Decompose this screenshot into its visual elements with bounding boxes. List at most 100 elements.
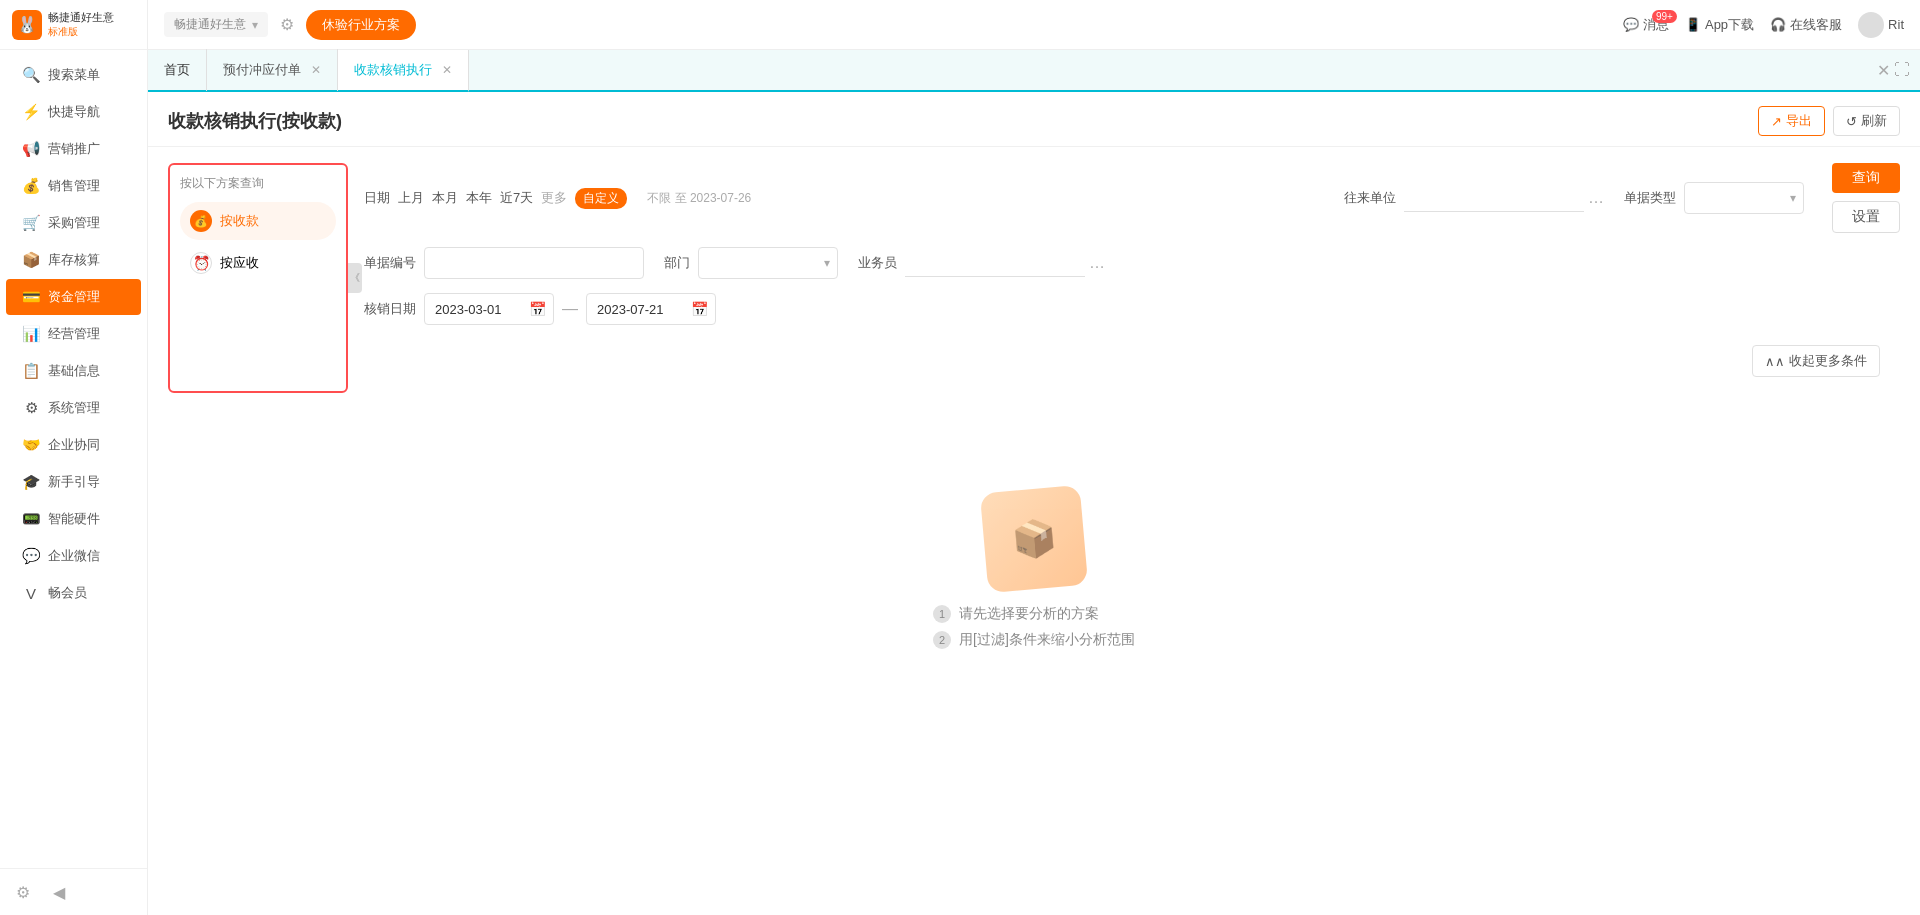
marketing-nav-icon: 📢 <box>22 140 40 158</box>
tab-verify-close-icon[interactable]: ✕ <box>442 63 452 77</box>
empty-illustration: 📦 <box>980 485 1088 593</box>
sidebar-item-enterprise[interactable]: 🤝 企业协同 <box>6 427 141 463</box>
query-button[interactable]: 查询 <box>1832 163 1900 193</box>
export-icon: ↗ <box>1771 114 1782 129</box>
tab-prepay-label: 预付冲应付单 <box>223 61 301 79</box>
counterparty-select[interactable]: … <box>1404 184 1604 212</box>
dept-select[interactable] <box>698 247 838 279</box>
topbar-gear-icon[interactable]: ⚙ <box>280 15 294 34</box>
date-link-thismonth[interactable]: 本月 <box>432 189 458 207</box>
counterparty-dots-icon[interactable]: … <box>1588 189 1604 207</box>
topbar-service[interactable]: 🎧 在线客服 <box>1770 16 1842 34</box>
date-range-text: 不限 至 2023-07-26 <box>647 190 751 207</box>
filter-sidebar-collapse-btn[interactable]: 《 <box>348 263 362 293</box>
vip-nav-icon: V <box>22 585 40 602</box>
dept-select-wrap <box>698 247 838 279</box>
hardware-nav-icon: 📟 <box>22 510 40 528</box>
sidebar-item-search[interactable]: 🔍 搜索菜单 <box>6 57 141 93</box>
export-label: 导出 <box>1786 112 1812 130</box>
topbar-app-download[interactable]: 📱 App下载 <box>1685 16 1754 34</box>
verify-date-end-wrap: 📅 <box>586 293 716 325</box>
sales-nav-label: 销售管理 <box>48 177 100 195</box>
management-nav-label: 经营管理 <box>48 325 100 343</box>
guide-nav-icon: 🎓 <box>22 473 40 491</box>
collapse-more-button[interactable]: ∧∧ 收起更多条件 <box>1752 345 1880 377</box>
topbar-right: 💬 消息 99+ 📱 App下载 🎧 在线客服 Rit <box>1623 12 1904 38</box>
topbar: 畅捷通好生意 ▾ ⚙ 休验行业方案 💬 消息 99+ 📱 App下载 🎧 在线客… <box>148 0 1920 50</box>
filter-sidebar-title: 按以下方案查询 <box>180 175 336 192</box>
tab-verify[interactable]: 收款核销执行 ✕ <box>338 50 469 92</box>
main-area: 畅捷通好生意 ▾ ⚙ 休验行业方案 💬 消息 99+ 📱 App下载 🎧 在线客… <box>148 0 1920 915</box>
sidebar-item-marketing[interactable]: 📢 营销推广 <box>6 131 141 167</box>
tab-home[interactable]: 首页 <box>148 49 207 91</box>
topbar-brand-text: 畅捷通好生意 <box>174 16 246 33</box>
query-actions: 查询 设置 <box>1832 163 1900 233</box>
sidebar-item-hardware[interactable]: 📟 智能硬件 <box>6 501 141 537</box>
refresh-label: 刷新 <box>1861 112 1887 130</box>
sidebar-item-finance[interactable]: 💳 资金管理 <box>6 279 141 315</box>
sidebar-item-management[interactable]: 📊 经营管理 <box>6 316 141 352</box>
sidebar-settings-btn[interactable]: ⚙ <box>8 877 38 907</box>
filter-bottom-row: ∧∧ 收起更多条件 <box>364 339 1900 393</box>
sidebar-item-wechat[interactable]: 💬 企业微信 <box>6 538 141 574</box>
wechat-nav-icon: 💬 <box>22 547 40 565</box>
salesman-label: 业务员 <box>858 254 897 272</box>
user-name: Rit <box>1888 17 1904 32</box>
tab-close-all-icon[interactable]: ✕ <box>1877 61 1890 80</box>
topbar-brand-chevron-icon: ▾ <box>252 18 258 32</box>
finance-nav-icon: 💳 <box>22 288 40 306</box>
sidebar-item-guide[interactable]: 🎓 新手引导 <box>6 464 141 500</box>
sidebar-item-purchase[interactable]: 🛒 采购管理 <box>6 205 141 241</box>
tabbar: 首页 预付冲应付单 ✕ 收款核销执行 ✕ ✕ ⛶ <box>148 50 1920 92</box>
refresh-button[interactable]: ↺ 刷新 <box>1833 106 1900 136</box>
topbar-brand[interactable]: 畅捷通好生意 ▾ <box>164 12 268 37</box>
tab-prepay[interactable]: 预付冲应付单 ✕ <box>207 49 338 91</box>
verify-date-end-calendar-icon[interactable]: 📅 <box>691 301 708 317</box>
filter-row-1: 日期 上月 本月 本年 近7天 更多 自定义 不限 至 2023-07-26 <box>364 163 1900 233</box>
refresh-icon: ↺ <box>1846 114 1857 129</box>
hardware-nav-label: 智能硬件 <box>48 510 100 528</box>
date-range-display: 不限 至 2023-07-26 <box>647 190 751 207</box>
sidebar-item-sales[interactable]: 💰 销售管理 <box>6 168 141 204</box>
collapse-icon: ∧∧ <box>1765 354 1785 369</box>
filter-option-by-receipt[interactable]: 💰 按收款 <box>180 202 336 240</box>
tip-text-2: 用[过滤]条件来缩小分析范围 <box>959 631 1135 649</box>
salesman-select[interactable]: … <box>905 249 1105 277</box>
topbar-user[interactable]: Rit <box>1858 12 1904 38</box>
filter-option-by-receivable[interactable]: ⏰ 按应收 <box>180 244 336 282</box>
salesman-dots-icon[interactable]: … <box>1089 254 1105 272</box>
tab-prepay-close-icon[interactable]: ✕ <box>311 63 321 77</box>
collapse-label: 收起更多条件 <box>1789 352 1867 370</box>
sidebar-item-quick[interactable]: ⚡ 快捷导航 <box>6 94 141 130</box>
filter-row-3: 核销日期 📅 — 📅 <box>364 293 1900 325</box>
date-link-thisyear[interactable]: 本年 <box>466 189 492 207</box>
verify-date-start-calendar-icon[interactable]: 📅 <box>529 301 546 317</box>
export-button[interactable]: ↗ 导出 <box>1758 106 1825 136</box>
quick-nav-icon: ⚡ <box>22 103 40 121</box>
tip-num-1: 1 <box>933 605 951 623</box>
sidebar-item-system[interactable]: ⚙ 系统管理 <box>6 390 141 426</box>
solution-button[interactable]: 休验行业方案 <box>306 10 416 40</box>
sidebar-item-basic[interactable]: 📋 基础信息 <box>6 353 141 389</box>
enterprise-nav-label: 企业协同 <box>48 436 100 454</box>
doc-type-label: 单据类型 <box>1624 189 1676 207</box>
topbar-message[interactable]: 💬 消息 99+ <box>1623 16 1669 34</box>
date-link-lastmonth[interactable]: 上月 <box>398 189 424 207</box>
sidebar-item-vip[interactable]: V 畅会员 <box>6 575 141 611</box>
filter-sidebar: 按以下方案查询 💰 按收款 ⏰ 按应收 《 <box>168 163 348 393</box>
settings-button[interactable]: 设置 <box>1832 201 1900 233</box>
sidebar-collapse-btn[interactable]: ◀ <box>44 877 74 907</box>
date-link-7days[interactable]: 近7天 <box>500 189 533 207</box>
doc-type-select[interactable] <box>1684 182 1804 214</box>
date-link-custom[interactable]: 自定义 <box>575 188 627 209</box>
sidebar: 🐰 畅捷通好生意 标准版 🔍 搜索菜单 ⚡ 快捷导航 📢 营销推广 💰 销售管理… <box>0 0 148 915</box>
date-link-more[interactable]: 更多 <box>541 189 567 207</box>
doc-no-input[interactable] <box>424 247 644 279</box>
verify-date-range: 📅 — 📅 <box>424 293 716 325</box>
quick-nav-label: 快捷导航 <box>48 103 100 121</box>
enterprise-nav-icon: 🤝 <box>22 436 40 454</box>
tab-fullscreen-icon[interactable]: ⛶ <box>1894 61 1910 79</box>
sidebar-item-inventory[interactable]: 📦 库存核算 <box>6 242 141 278</box>
date-field: 日期 上月 本月 本年 近7天 更多 自定义 <box>364 188 627 209</box>
doc-no-label: 单据编号 <box>364 254 416 272</box>
